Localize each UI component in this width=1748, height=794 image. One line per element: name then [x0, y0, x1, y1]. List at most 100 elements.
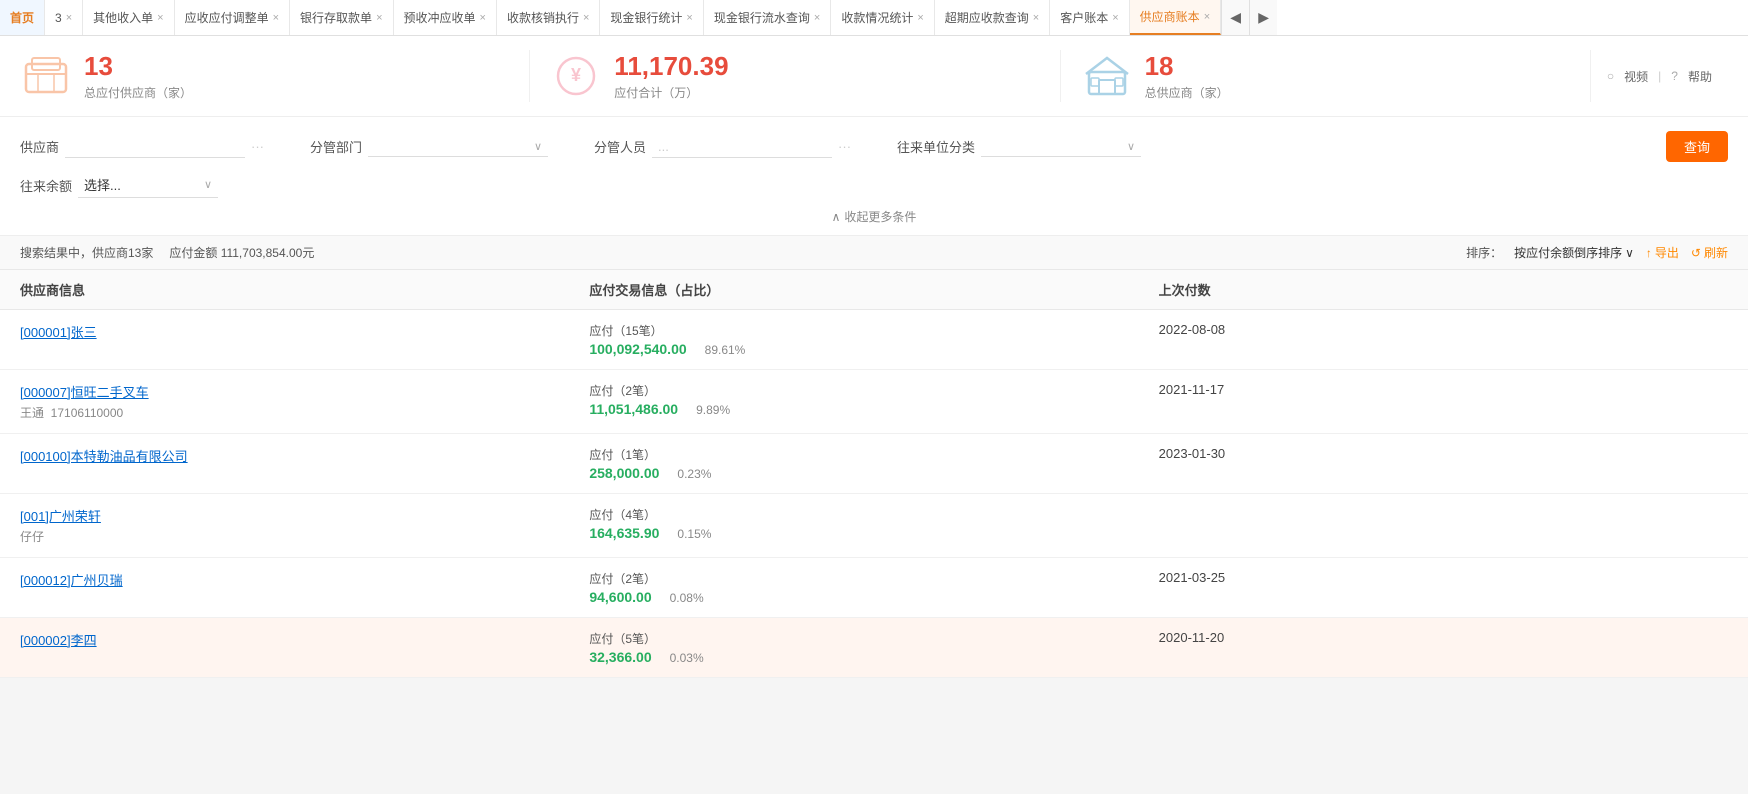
tab3-label: 3 [55, 11, 62, 25]
supplier-info-6: [000002]李四 [20, 630, 589, 649]
top-nav: 首页 3 × 其他收入单 × 应收应付调整单 × 银行存取款单 × 预收冲应收单… [0, 0, 1748, 36]
tx-row-4: 164,635.90 0.15% [589, 523, 1158, 541]
nav-tab-home[interactable]: 首页 [0, 0, 45, 35]
results-right: 排序： 按应付余额倒序排序 ∨ ↑ 导出 ↺ 刷新 [1466, 244, 1728, 261]
nav-tab-prepay-offset[interactable]: 预收冲应收单 × [394, 0, 497, 35]
table-row: [000001]张三 应付（15笔） 100,092,540.00 89.61%… [0, 310, 1748, 370]
refresh-button[interactable]: ↺ 刷新 [1691, 244, 1728, 261]
person-ellipsis[interactable]: ··· [838, 139, 851, 154]
close-other-income[interactable]: × [157, 12, 163, 24]
tx-info-6: 应付（5笔） 32,366.00 0.03% [589, 630, 1158, 665]
supplier-info-3: [000100]本特勒油品有限公司 [20, 446, 589, 465]
collapse-icon: ∧ [832, 210, 841, 224]
supplier-link-3[interactable]: [000100]本特勒油品有限公司 [20, 449, 188, 464]
help-link[interactable]: 帮助 [1688, 68, 1712, 85]
dept-filter-label: 分管部门 [310, 137, 362, 156]
tx-info-4: 应付（4笔） 164,635.90 0.15% [589, 506, 1158, 541]
results-left: 搜索结果中，供应商13家 应付金额 111,703,854.00元 [20, 244, 314, 261]
close-collection-stat[interactable]: × [917, 12, 923, 24]
close-payable-adjust[interactable]: × [273, 12, 279, 24]
close-prepay-offset[interactable]: × [480, 12, 486, 24]
overdue-query-label: 超期应收款查询 [945, 9, 1029, 26]
collapse-button[interactable]: ∧ 收起更多条件 [832, 208, 917, 225]
close-receipt-verify[interactable]: × [583, 12, 589, 24]
nav-tab-other-income[interactable]: 其他收入单 × [83, 0, 174, 35]
tx-amount-1: 100,092,540.00 [589, 341, 686, 357]
supplier-ellipsis[interactable]: ··· [251, 139, 264, 154]
category-select[interactable]: ∨ [981, 137, 1141, 157]
person-input[interactable] [652, 136, 832, 158]
close-supplier-account[interactable]: × [1204, 11, 1210, 23]
supplier-link-1[interactable]: [000001]张三 [20, 325, 97, 340]
sort-value: 按应付余额倒序排序 [1514, 244, 1622, 261]
card-icon-store [1081, 50, 1133, 102]
export-button[interactable]: ↑ 导出 [1646, 244, 1679, 261]
balance-select-text: 选择... [84, 175, 200, 194]
supplier-link-4[interactable]: [001]广州荣轩 [20, 509, 101, 524]
table-container: 供应商信息 应付交易信息（占比） 上次付数 [000001]张三 应付（15笔）… [0, 270, 1748, 678]
page-content: 13 总应付供应商（家） ¥ 11,170.39 应付合计（万） [0, 36, 1748, 794]
last-pay-5: 2021-03-25 [1159, 570, 1728, 585]
nav-tab-bank-deposit[interactable]: 银行存取款单 × [290, 0, 393, 35]
supplier-input[interactable] [65, 136, 245, 158]
card-icon-payable: ¥ [550, 50, 602, 102]
supplier-info-4: [001]广州荣轩 仔仔 [20, 506, 589, 545]
balance-select[interactable]: 选择... ∨ [78, 172, 218, 198]
nav-tab-collection-stat[interactable]: 收款情况统计 × [831, 0, 934, 35]
tx-row-5: 94,600.00 0.08% [589, 587, 1158, 605]
tx-label-2: 应付（2笔） [589, 382, 1158, 399]
nav-tab-payable-adjust[interactable]: 应收应付调整单 × [175, 0, 290, 35]
total-payable-label: 应付合计（万） [614, 84, 728, 101]
col-header-tx: 应付交易信息（占比） [589, 280, 1158, 299]
filter-row-2: 往来余额 选择... ∨ [20, 172, 1728, 198]
nav-tab-receipt-verify[interactable]: 收款核销执行 × [497, 0, 600, 35]
last-pay-date-2: 2021-11-17 [1159, 382, 1225, 397]
tx-pct-3: 0.23% [677, 467, 711, 481]
tx-pct-1: 89.61% [705, 343, 746, 357]
nav-prev-arrow[interactable]: ◀ [1221, 0, 1249, 35]
close-cash-bank-stat[interactable]: × [686, 12, 692, 24]
supplier-link-5[interactable]: [000012]广州贝瑞 [20, 573, 123, 588]
query-button[interactable]: 查询 [1666, 131, 1728, 162]
close-overdue-query[interactable]: × [1033, 12, 1039, 24]
close-customer-account[interactable]: × [1112, 12, 1118, 24]
refresh-label: 刷新 [1704, 244, 1728, 261]
cash-bank-flow-label: 现金银行流水查询 [714, 9, 810, 26]
close-tab3[interactable]: × [66, 12, 72, 24]
sort-select[interactable]: 按应付余额倒序排序 ∨ [1514, 244, 1634, 261]
collapse-label: 收起更多条件 [844, 208, 916, 225]
tx-label-5: 应付（2笔） [589, 570, 1158, 587]
nav-next-arrow[interactable]: ▶ [1249, 0, 1277, 35]
nav-tab-cash-bank-flow[interactable]: 现金银行流水查询 × [704, 0, 831, 35]
close-bank-deposit[interactable]: × [376, 12, 382, 24]
category-dropdown-arrow: ∨ [1127, 140, 1135, 153]
nav-tab-cash-bank-stat[interactable]: 现金银行统计 × [600, 0, 703, 35]
supplier-link-6[interactable]: [000002]李四 [20, 633, 97, 648]
card-text-payable-suppliers: 13 总应付供应商（家） [84, 51, 192, 101]
nav-tab-overdue-query[interactable]: 超期应收款查询 × [935, 0, 1050, 35]
video-icon: ○ [1607, 69, 1614, 83]
table-row: [000002]李四 应付（5笔） 32,366.00 0.03% 2020-1… [0, 618, 1748, 678]
supplier-filter-label: 供应商 [20, 137, 59, 156]
nav-tab-customer-account[interactable]: 客户账本 × [1050, 0, 1129, 35]
tx-amount-5: 94,600.00 [589, 589, 651, 605]
tx-row-1: 100,092,540.00 89.61% [589, 339, 1158, 357]
receipt-verify-label: 收款核销执行 [507, 9, 579, 26]
video-link[interactable]: 视频 [1624, 68, 1648, 85]
tx-pct-6: 0.03% [670, 651, 704, 665]
supplier-info-1: [000001]张三 [20, 322, 589, 341]
dept-select[interactable]: ∨ [368, 137, 548, 157]
tx-row-3: 258,000.00 0.23% [589, 463, 1158, 481]
last-pay-date-1: 2022-08-08 [1159, 322, 1226, 337]
supplier-account-label: 供应商账本 [1140, 8, 1200, 25]
supplier-link-2[interactable]: [000007]恒旺二手叉车 [20, 385, 149, 400]
tx-info-3: 应付（1笔） 258,000.00 0.23% [589, 446, 1158, 481]
nav-tab-3[interactable]: 3 × [45, 0, 83, 35]
supplier-sub-2: 王通 17106110000 [20, 404, 589, 421]
close-cash-bank-flow[interactable]: × [814, 12, 820, 24]
sort-label: 排序： [1466, 244, 1502, 261]
help-area: ○ 视频 | ? 帮助 [1591, 68, 1728, 85]
total-suppliers-label: 总供应商（家） [1145, 84, 1229, 101]
nav-tab-supplier-account[interactable]: 供应商账本 × [1130, 0, 1221, 35]
filter-category: 往来单位分类 ∨ [897, 137, 1141, 157]
